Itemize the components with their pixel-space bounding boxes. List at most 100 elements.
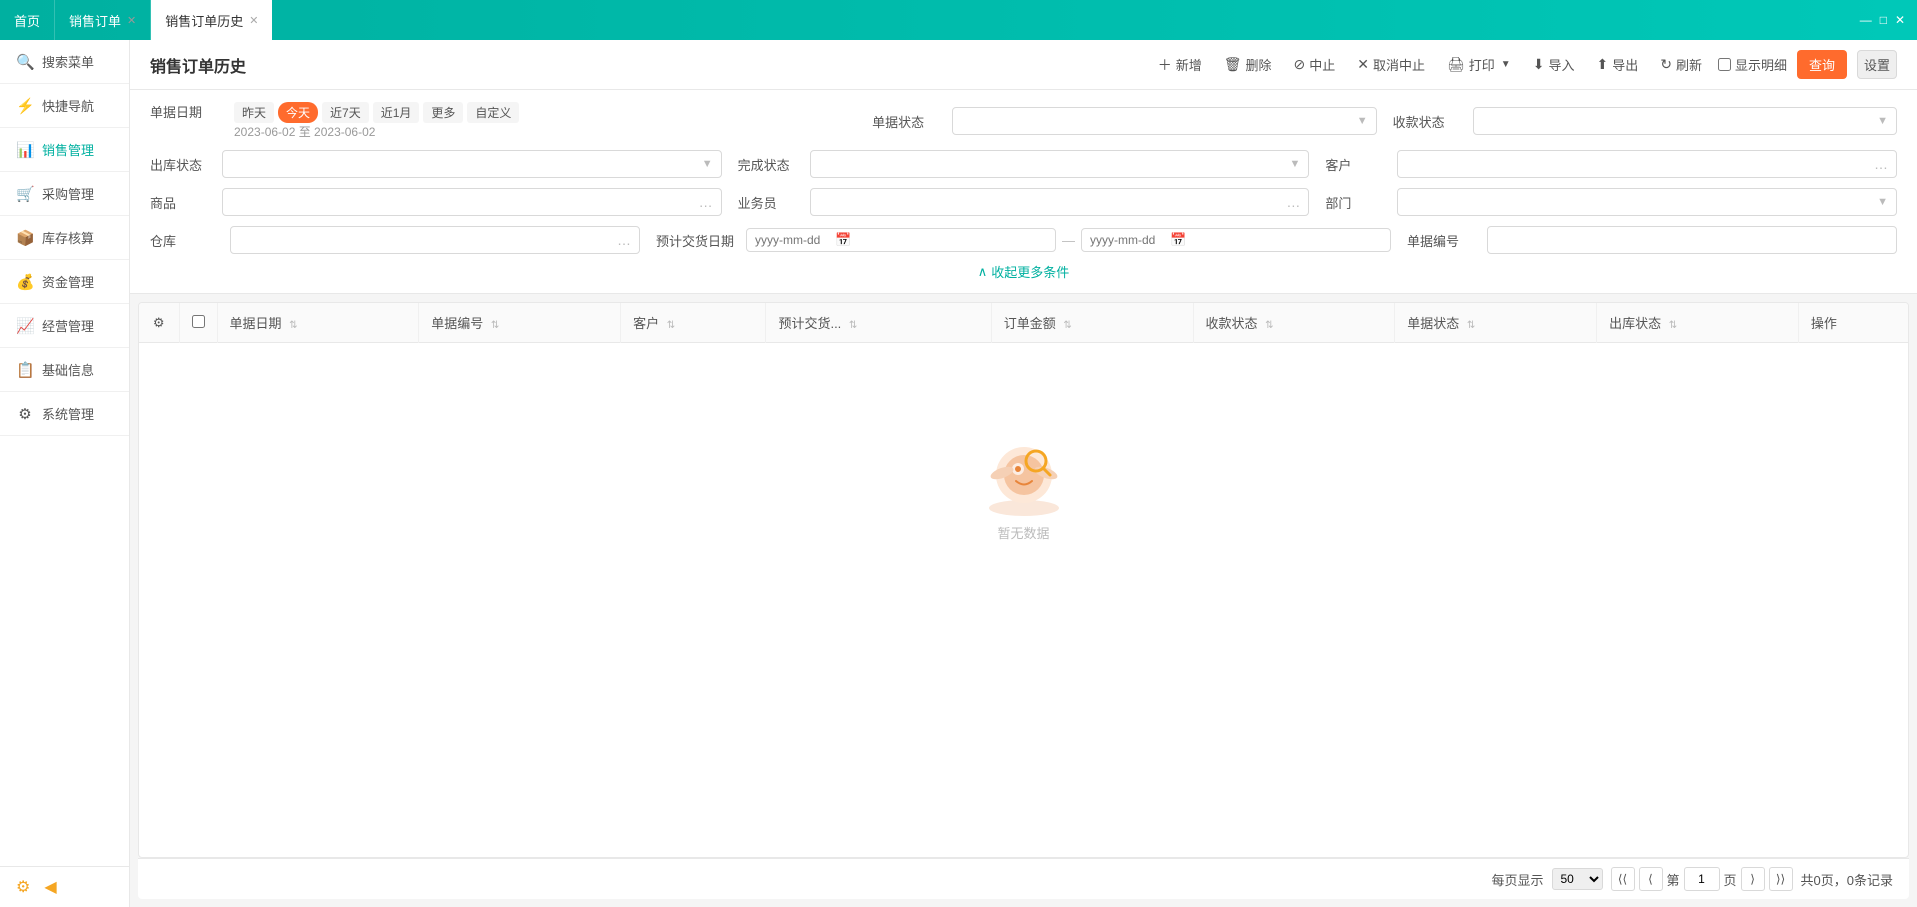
new-icon: ＋	[1158, 55, 1172, 75]
th-expected[interactable]: 预计交货... ⇅	[766, 303, 991, 343]
filter-cell-customer: 客户 …	[1325, 150, 1897, 178]
expected-date-to-input[interactable]: 📅	[1081, 228, 1391, 252]
payment-status-arrow: ▼	[1877, 115, 1888, 127]
salesperson-input[interactable]: …	[810, 188, 1310, 216]
sidebar-item-finance[interactable]: 💰 资金管理	[0, 260, 129, 304]
th-number-label: 单据编号	[431, 316, 483, 331]
th-expected-label: 预计交货...	[778, 316, 841, 331]
export-button[interactable]: ⬆ 导出	[1590, 51, 1644, 78]
filter-section: 单据日期 昨天 今天 近7天 近1月 更多 自定义 2023-06-02 至 2…	[130, 90, 1917, 294]
date-tag-yesterday[interactable]: 昨天	[234, 102, 274, 123]
query-button[interactable]: 查询	[1797, 50, 1847, 79]
th-gear[interactable]: ⚙	[139, 303, 179, 343]
th-payment-status[interactable]: 收款状态 ⇅	[1193, 303, 1395, 343]
goods-label: 商品	[150, 193, 222, 212]
dept-select[interactable]: ▼	[1397, 188, 1897, 216]
goods-dots-icon: …	[699, 194, 713, 210]
page-prev-btn[interactable]: ⟨	[1639, 867, 1663, 891]
page-input[interactable]	[1684, 867, 1720, 891]
page-label: 第	[1667, 870, 1680, 889]
date-tag-1month[interactable]: 近1月	[373, 102, 420, 123]
tab-sales-order-history[interactable]: 销售订单历史 ✕	[151, 0, 272, 40]
maximize-btn[interactable]: □	[1880, 13, 1887, 27]
table-header-row: ⚙ 单据日期 ⇅ 单据编号 ⇅	[139, 303, 1908, 343]
th-outbound[interactable]: 出库状态 ⇅	[1597, 303, 1799, 343]
payment-status-select[interactable]: ▼	[1473, 107, 1897, 135]
date-tag-more[interactable]: 更多	[423, 102, 463, 123]
sidebar-item-sales[interactable]: 📊 销售管理	[0, 128, 129, 172]
stop-button[interactable]: ⊘ 中止	[1288, 51, 1342, 78]
sort-customer-icon: ⇅	[667, 320, 675, 331]
sidebar-item-label: 快捷导航	[42, 96, 94, 115]
total-info: 共0页，0条记录	[1801, 870, 1893, 889]
sidebar-item-purchase[interactable]: 🛒 采购管理	[0, 172, 129, 216]
empty-illustration	[974, 423, 1074, 523]
date-tag-today[interactable]: 今天	[278, 102, 318, 123]
quicknav-icon: ⚡	[16, 97, 34, 115]
sidebar-item-search[interactable]: 🔍 搜索菜单	[0, 40, 129, 84]
tab-sales-order-close[interactable]: ✕	[127, 14, 136, 27]
sidebar-collapse-icon[interactable]: ◀	[44, 877, 56, 897]
th-order-status[interactable]: 单据状态 ⇅	[1395, 303, 1597, 343]
import-button[interactable]: ⬇ 导入	[1527, 51, 1581, 78]
customer-input[interactable]: …	[1397, 150, 1897, 178]
page-first-btn[interactable]: ⟨⟨	[1611, 867, 1635, 891]
date-tag-7days[interactable]: 近7天	[322, 102, 369, 123]
filter-row-4: 仓库 … 预计交货日期 📅 —	[150, 226, 1897, 254]
expected-date-from-input[interactable]: 📅	[746, 228, 1056, 252]
system-icon: ⚙	[16, 405, 34, 423]
th-date-label: 单据日期	[230, 316, 282, 331]
sidebar-item-basics[interactable]: 📋 基础信息	[0, 348, 129, 392]
search-icon: 🔍	[16, 53, 34, 71]
th-checkbox[interactable]	[179, 303, 217, 343]
th-date[interactable]: 单据日期 ⇅	[217, 303, 419, 343]
cancel-stop-button[interactable]: ✕ 取消中止	[1351, 51, 1431, 78]
salesperson-dots-icon: …	[1286, 194, 1300, 210]
th-number[interactable]: 单据编号 ⇅	[419, 303, 621, 343]
collapse-bar[interactable]: ∧ 收起更多条件	[150, 258, 1897, 281]
sidebar-item-system[interactable]: ⚙ 系统管理	[0, 392, 129, 436]
page-next-btn[interactable]: ⟩	[1741, 867, 1765, 891]
sort-number-icon: ⇅	[491, 320, 499, 331]
empty-state: 暂无数据	[139, 343, 1908, 622]
complete-select[interactable]: ▼	[810, 150, 1310, 178]
date-tag-custom[interactable]: 自定义	[467, 102, 519, 123]
dept-arrow: ▼	[1877, 196, 1888, 208]
select-all-checkbox[interactable]	[192, 315, 205, 328]
close-btn[interactable]: ✕	[1895, 13, 1905, 27]
sidebar-settings-icon[interactable]: ⚙	[16, 877, 30, 897]
th-amount[interactable]: 订单金额 ⇅	[991, 303, 1193, 343]
refresh-button[interactable]: ↻ 刷新	[1654, 51, 1708, 78]
order-status-select[interactable]: ▼	[952, 107, 1376, 135]
sidebar-item-inventory[interactable]: 📦 库存核算	[0, 216, 129, 260]
tab-sales-order-history-close[interactable]: ✕	[249, 14, 258, 27]
display-detail-checkbox[interactable]: 显示明细	[1718, 55, 1787, 74]
order-number-input[interactable]	[1487, 226, 1897, 254]
th-customer[interactable]: 客户 ⇅	[621, 303, 766, 343]
filter-cell-salesperson: 业务员 …	[738, 188, 1310, 216]
calendar-to-icon[interactable]: 📅	[1170, 232, 1186, 248]
calendar-from-icon[interactable]: 📅	[835, 232, 851, 248]
warehouse-input[interactable]: …	[230, 226, 640, 254]
print-button[interactable]: 🖨 打印 ▼	[1441, 51, 1517, 78]
tab-home[interactable]: 首页	[0, 0, 55, 40]
sort-amount-icon: ⇅	[1063, 320, 1071, 331]
expected-date-to-field[interactable]	[1090, 233, 1170, 247]
expected-date-from-field[interactable]	[755, 233, 835, 247]
new-button[interactable]: ＋ 新增	[1152, 51, 1208, 79]
page-last-btn[interactable]: ⟩⟩	[1769, 867, 1793, 891]
basics-icon: 📋	[16, 361, 34, 379]
th-operation-label: 操作	[1811, 316, 1837, 331]
th-payment-status-label: 收款状态	[1206, 316, 1258, 331]
sidebar-item-quicknav[interactable]: ⚡ 快捷导航	[0, 84, 129, 128]
tab-sales-order[interactable]: 销售订单 ✕	[55, 0, 151, 40]
per-page-select[interactable]: 50 10 20 100	[1552, 868, 1603, 890]
goods-input[interactable]: …	[222, 188, 722, 216]
filter-row-2: 出库状态 ▼ 完成状态 ▼ 客户	[150, 150, 1897, 178]
outbound-select[interactable]: ▼	[222, 150, 722, 178]
delete-button[interactable]: 🗑 删除	[1218, 51, 1278, 78]
print-arrow-icon: ▼	[1501, 59, 1511, 70]
sidebar-item-operations[interactable]: 📈 经营管理	[0, 304, 129, 348]
minimize-btn[interactable]: —	[1860, 13, 1872, 27]
settings-button[interactable]: 设置	[1857, 50, 1897, 79]
